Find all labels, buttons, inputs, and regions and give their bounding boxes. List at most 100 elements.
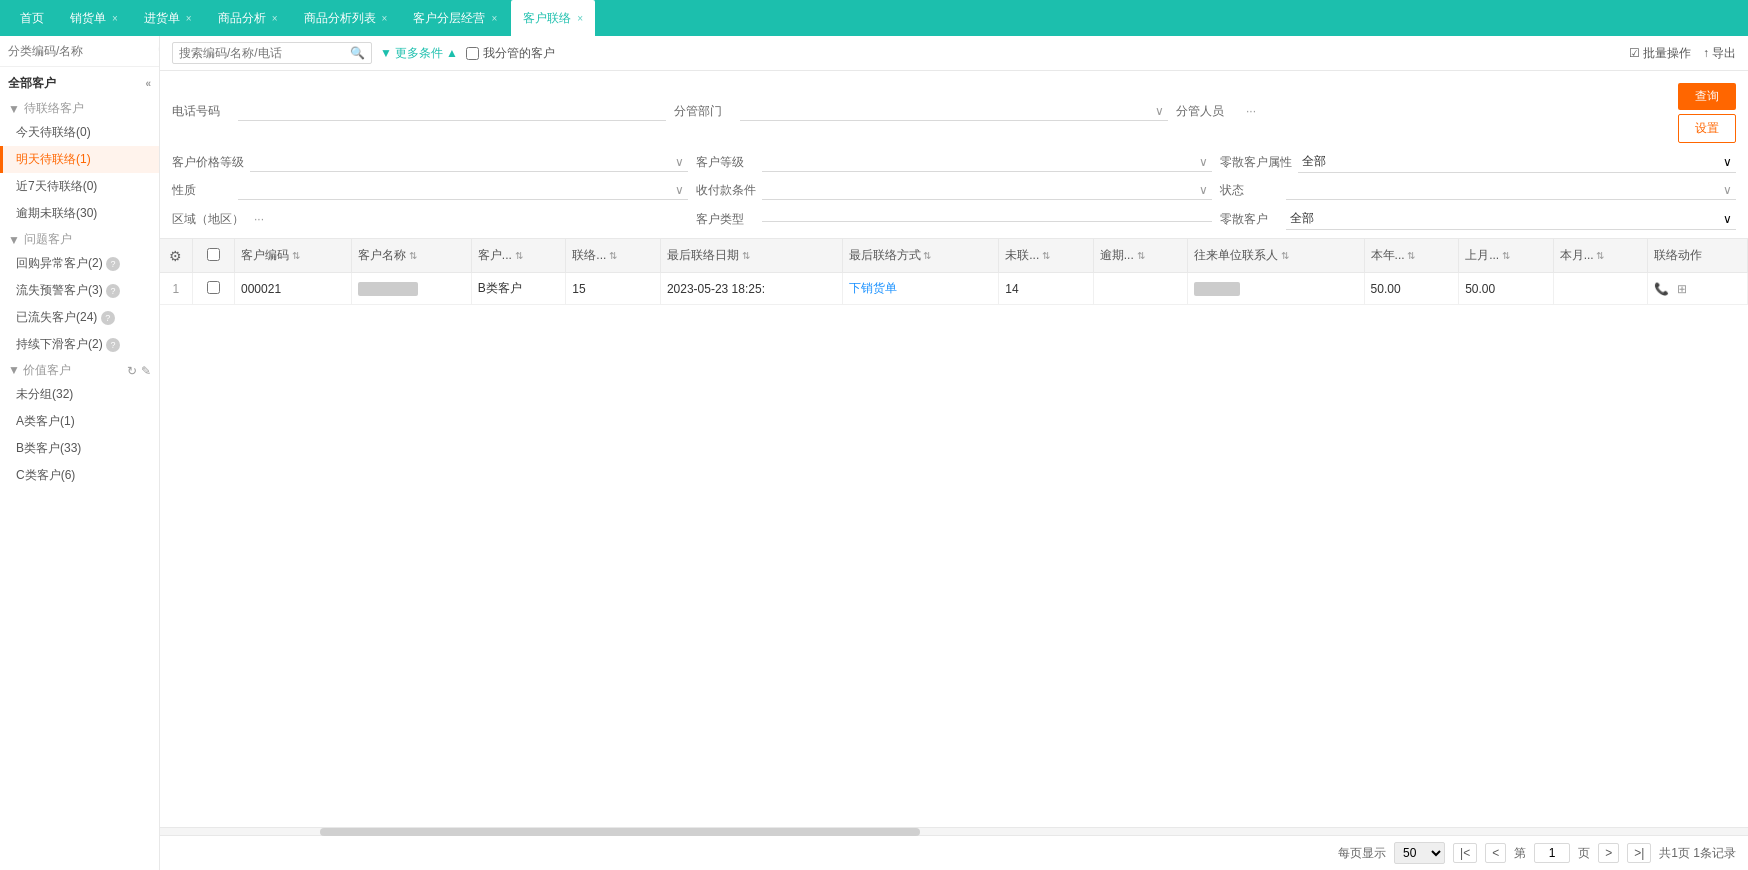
sidebar-item-churn-warning[interactable]: 流失预警客户(3) ? bbox=[0, 277, 159, 304]
filter-dept-select[interactable]: ∨ bbox=[740, 102, 1168, 121]
sidebar-item-a-class[interactable]: A类客户(1) bbox=[0, 408, 159, 435]
current-page-input[interactable] bbox=[1534, 843, 1570, 863]
th-last-month[interactable]: 上月... bbox=[1459, 239, 1554, 273]
scroll-thumb[interactable] bbox=[320, 828, 920, 836]
more-filter-btn[interactable]: ▼ 更多条件 ▲ bbox=[380, 45, 458, 62]
nav-customer-contact[interactable]: 客户联络 × bbox=[511, 0, 595, 36]
nav-product-analysis[interactable]: 商品分析 × bbox=[206, 0, 290, 36]
close-purchase-order-icon[interactable]: × bbox=[186, 13, 192, 24]
value-group-edit-icon[interactable]: ✎ bbox=[141, 364, 151, 378]
last-page-btn[interactable]: >| bbox=[1627, 843, 1651, 863]
customer-table: ⚙ 客户编码 客户名称 客户... 联络... 最后联络日期 最后联络方式 未联… bbox=[160, 239, 1748, 305]
th-customer-name[interactable]: 客户名称 bbox=[352, 239, 471, 273]
call-icon[interactable]: 📞 bbox=[1654, 282, 1669, 296]
gear-icon[interactable]: ⚙ bbox=[169, 248, 182, 264]
filter-customer-type: 客户类型 bbox=[696, 211, 1212, 228]
filter-status: 状态 ∨ bbox=[1220, 181, 1736, 200]
nav-product-analysis-list[interactable]: 商品分析列表 × bbox=[292, 0, 400, 36]
filter-nature-select[interactable]: ∨ bbox=[238, 181, 688, 200]
info-icon-declining[interactable]: ? bbox=[106, 338, 120, 352]
table-scroll-bar[interactable] bbox=[160, 827, 1748, 835]
select-all-checkbox[interactable] bbox=[207, 248, 220, 261]
sidebar-all-customers[interactable]: 全部客户 « bbox=[0, 67, 159, 96]
sidebar-item-repurchase-abnormal[interactable]: 回购异常客户(2) ? bbox=[0, 250, 159, 277]
table-container: ⚙ 客户编码 客户名称 客户... 联络... 最后联络日期 最后联络方式 未联… bbox=[160, 239, 1748, 827]
sidebar-item-today-contact[interactable]: 今天待联络(0) bbox=[0, 119, 159, 146]
sidebar-item-declining[interactable]: 持续下滑客户(2) ? bbox=[0, 331, 159, 358]
total-info: 共1页 1条记录 bbox=[1659, 845, 1736, 862]
filter-nature: 性质 ∨ bbox=[172, 181, 688, 200]
td-overdue bbox=[1093, 273, 1188, 305]
sidebar-item-overdue-contact[interactable]: 逾期未联络(30) bbox=[0, 200, 159, 227]
prev-page-btn[interactable]: < bbox=[1485, 843, 1506, 863]
th-customer-code[interactable]: 客户编码 bbox=[235, 239, 352, 273]
sidebar-item-b-class[interactable]: B类客户(33) bbox=[0, 435, 159, 462]
value-group-refresh-icon[interactable]: ↻ bbox=[127, 364, 137, 378]
last-contact-link[interactable]: 下销货单 bbox=[849, 281, 897, 295]
filter-retail-customer-select[interactable]: 全部 ∨ bbox=[1286, 208, 1736, 230]
filter-payment-select[interactable]: ∨ bbox=[762, 181, 1212, 200]
nav-purchase-order[interactable]: 进货单 × bbox=[132, 0, 204, 36]
th-this-month[interactable]: 本月... bbox=[1553, 239, 1648, 273]
filter-person-dots[interactable]: ··· bbox=[1242, 104, 1260, 118]
sidebar-item-c-class[interactable]: C类客户(6) bbox=[0, 462, 159, 489]
sidebar-item-7day-contact[interactable]: 近7天待联络(0) bbox=[0, 173, 159, 200]
th-last-contact-date[interactable]: 最后联络日期 bbox=[660, 239, 842, 273]
sidebar-item-churned[interactable]: 已流失客户(24) ? bbox=[0, 304, 159, 331]
td-actions: 📞 ⊞ bbox=[1648, 273, 1748, 305]
info-icon-repurchase[interactable]: ? bbox=[106, 257, 120, 271]
sidebar-value-group-header: ▼ 价值客户 ↻ ✎ bbox=[0, 358, 159, 381]
filter-price-grade-label: 客户价格等级 bbox=[172, 154, 244, 171]
query-button[interactable]: 查询 bbox=[1678, 83, 1736, 110]
filter-customer-type-label: 客户类型 bbox=[696, 211, 756, 228]
first-page-btn[interactable]: |< bbox=[1453, 843, 1477, 863]
main-search-input[interactable] bbox=[179, 46, 350, 60]
my-customers-checkbox-label[interactable]: 我分管的客户 bbox=[466, 45, 555, 62]
sidebar-item-ungrouped[interactable]: 未分组(32) bbox=[0, 381, 159, 408]
info-icon-churned[interactable]: ? bbox=[101, 311, 115, 325]
th-this-year[interactable]: 本年... bbox=[1364, 239, 1459, 273]
th-uncontacted[interactable]: 未联... bbox=[999, 239, 1094, 273]
next-page-btn[interactable]: > bbox=[1598, 843, 1619, 863]
collapse-icon[interactable]: « bbox=[145, 78, 151, 89]
filter-customer-grade: 客户等级 ∨ bbox=[696, 153, 1212, 172]
close-sales-order-icon[interactable]: × bbox=[112, 13, 118, 24]
page-size-select[interactable]: 50 100 200 bbox=[1394, 842, 1445, 864]
nav-sales-order[interactable]: 销货单 × bbox=[58, 0, 130, 36]
close-customer-layered-icon[interactable]: × bbox=[491, 13, 497, 24]
settings-button[interactable]: 设置 bbox=[1678, 114, 1736, 143]
export-btn[interactable]: ↑ 导出 bbox=[1703, 45, 1736, 62]
filter-phone-label: 电话号码 bbox=[172, 103, 232, 120]
nav-customer-layered[interactable]: 客户分层经营 × bbox=[401, 0, 509, 36]
nav-home[interactable]: 首页 bbox=[8, 0, 56, 36]
footer-bar: 每页显示 50 100 200 |< < 第 页 > >| 共1页 1条记录 bbox=[160, 835, 1748, 870]
th-gear: ⚙ bbox=[160, 239, 192, 273]
close-product-analysis-list-icon[interactable]: × bbox=[382, 13, 388, 24]
filter-phone-input[interactable] bbox=[238, 102, 666, 121]
sidebar-problem-group: ▼ 问题客户 bbox=[0, 227, 159, 250]
close-customer-contact-icon[interactable]: × bbox=[577, 13, 583, 24]
th-last-contact-method[interactable]: 最后联络方式 bbox=[842, 239, 999, 273]
sidebar-item-tomorrow-contact[interactable]: 明天待联络(1) bbox=[0, 146, 159, 173]
th-contact-count[interactable]: 联络... bbox=[566, 239, 661, 273]
th-overdue[interactable]: 逾期... bbox=[1093, 239, 1188, 273]
filter-customer-type-select[interactable] bbox=[762, 217, 1212, 222]
filter-status-select[interactable]: ∨ bbox=[1286, 181, 1736, 200]
sidebar-search-input[interactable] bbox=[8, 44, 158, 58]
filter-area-dots[interactable]: ··· bbox=[250, 212, 268, 226]
main-search-icon[interactable]: 🔍 bbox=[350, 46, 365, 60]
info-icon-churn-warning[interactable]: ? bbox=[106, 284, 120, 298]
row-checkbox[interactable] bbox=[207, 281, 220, 294]
th-related-contact[interactable]: 往来单位联系人 bbox=[1188, 239, 1364, 273]
td-name bbox=[352, 273, 471, 305]
bulk-ops-btn[interactable]: ☑ 批量操作 bbox=[1629, 45, 1691, 62]
close-product-analysis-icon[interactable]: × bbox=[272, 13, 278, 24]
filter-customer-grade-select[interactable]: ∨ bbox=[762, 153, 1212, 172]
chevron-up-icon: ▲ bbox=[446, 46, 458, 60]
filter-retail-attr-select[interactable]: 全部 ∨ bbox=[1298, 151, 1736, 173]
grid-icon[interactable]: ⊞ bbox=[1677, 282, 1687, 296]
filter-price-grade-select[interactable]: ∨ bbox=[250, 153, 688, 172]
th-customer-type[interactable]: 客户... bbox=[471, 239, 566, 273]
filter-row-2: 客户价格等级 ∨ 客户等级 ∨ 零散客户属性 全部 ∨ bbox=[172, 151, 1736, 173]
my-customers-checkbox[interactable] bbox=[466, 47, 479, 60]
